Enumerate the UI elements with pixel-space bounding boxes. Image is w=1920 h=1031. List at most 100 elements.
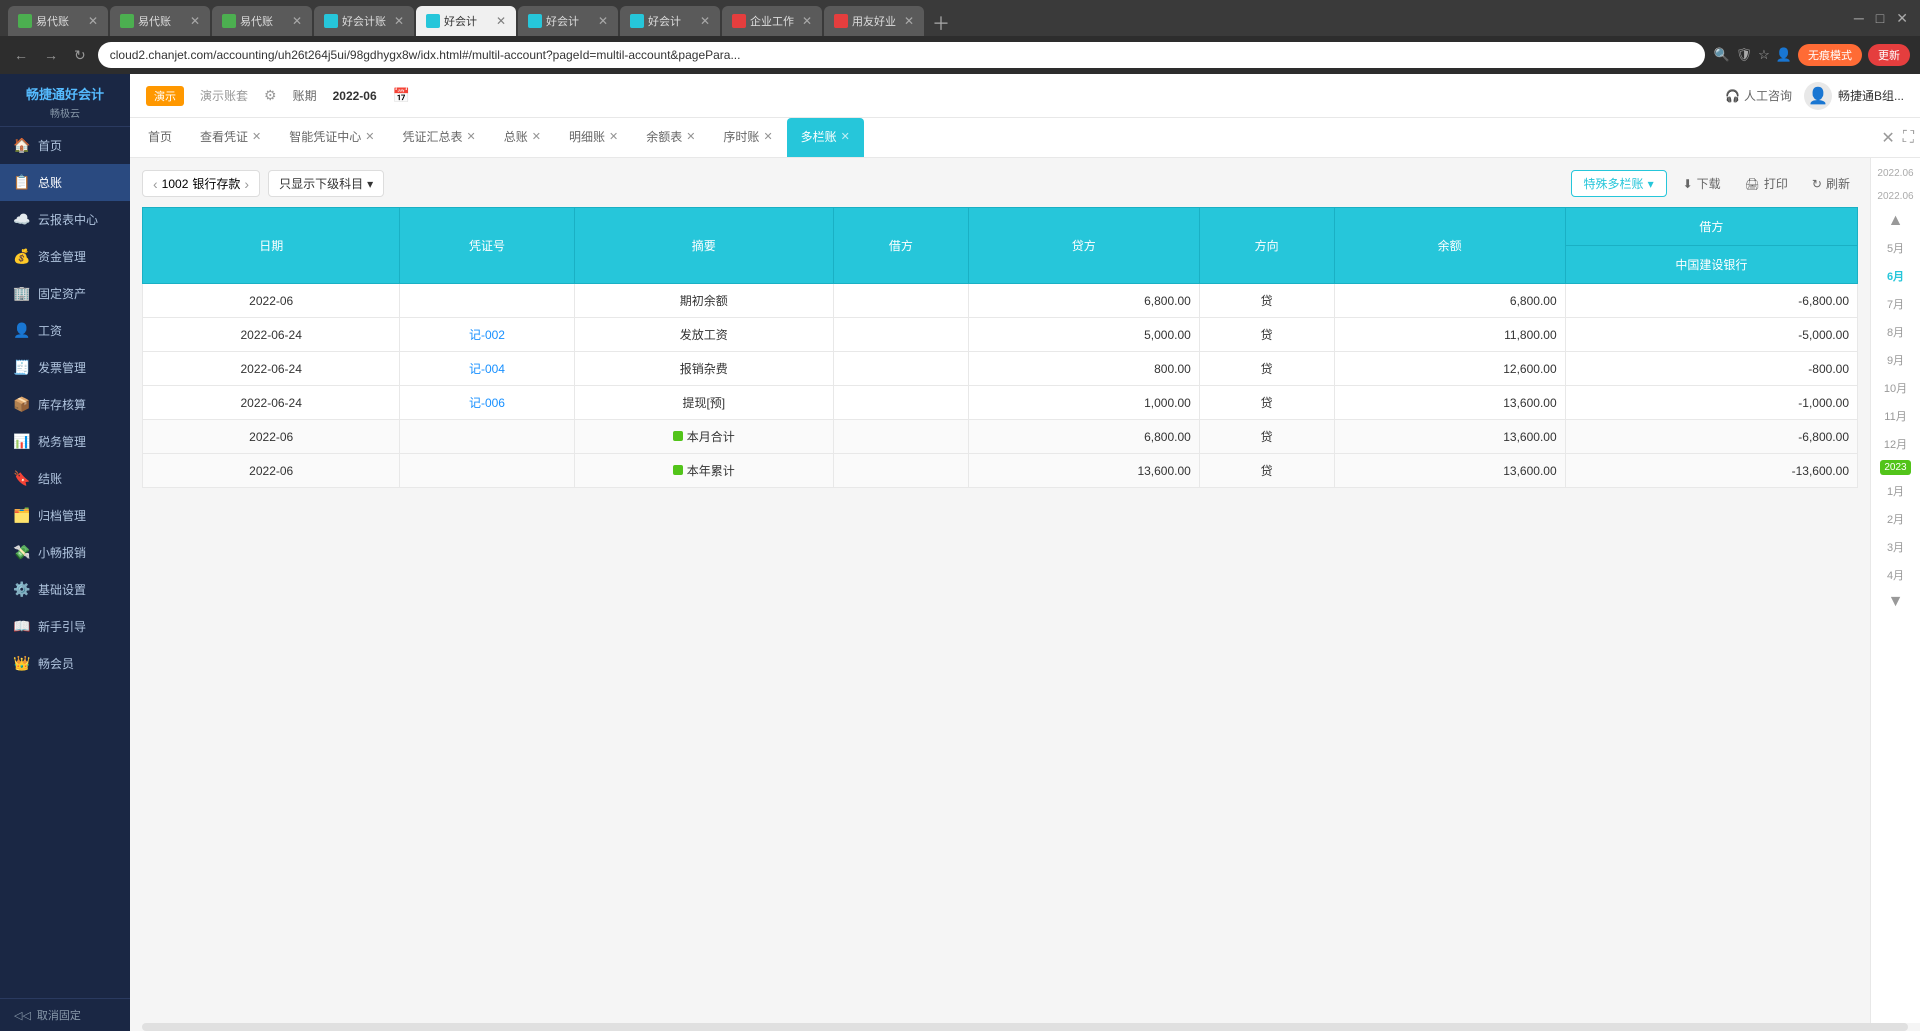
print-button[interactable]: 🖨 打印 [1737, 170, 1796, 197]
nav-tab-general[interactable]: 总账 ✕ [490, 118, 555, 157]
sidebar-item-assets[interactable]: 🏢 固定资产 [0, 275, 130, 312]
new-tab-button[interactable]: ＋ [926, 10, 956, 36]
tab-8[interactable]: 企业工作 ✕ [722, 6, 822, 36]
voucher-link[interactable]: 记-002 [469, 328, 505, 342]
nav-tab-multi[interactable]: 多栏账 ✕ [787, 118, 864, 157]
tab-7[interactable]: 好会计 ✕ [620, 6, 720, 36]
nav-tab-journal[interactable]: 序时账 ✕ [709, 118, 786, 157]
star-icon[interactable]: ☆ [1758, 47, 1770, 63]
tab-close-4[interactable]: ✕ [394, 14, 404, 28]
settings-gear-icon[interactable]: ⚙ [264, 87, 277, 104]
sidebar-item-ledger[interactable]: 📋 总账 [0, 164, 130, 201]
sidebar-item-invoice[interactable]: 🧾 发票管理 [0, 349, 130, 386]
sidebar-item-payroll[interactable]: 👤 工资 [0, 312, 130, 349]
next-account-button[interactable]: › [244, 176, 249, 192]
nav-tab-summary[interactable]: 凭证汇总表 ✕ [388, 118, 489, 157]
nav-tab-smart-close[interactable]: ✕ [365, 130, 374, 143]
sidebar-item-tax[interactable]: 📊 税务管理 [0, 423, 130, 460]
table-row: 2022-06-24 记-004 报销杂费 800.00 贷 12,600.00… [143, 352, 1858, 386]
sidebar-item-expense[interactable]: 💸 小畅报销 [0, 534, 130, 571]
timeline-month-5[interactable]: 5月 [1871, 234, 1920, 262]
tab-9[interactable]: 用友好业 ✕ [824, 6, 924, 36]
nav-tab-balance[interactable]: 余额表 ✕ [632, 118, 709, 157]
nav-tab-balance-close[interactable]: ✕ [686, 130, 695, 143]
timeline-month-12[interactable]: 12月 [1871, 430, 1920, 458]
nav-tab-detail[interactable]: 明细账 ✕ [555, 118, 632, 157]
tab-close-5[interactable]: ✕ [496, 14, 506, 28]
calendar-icon[interactable]: 📅 [393, 87, 410, 104]
maximize-button[interactable]: □ [1872, 10, 1888, 27]
sidebar-item-finance[interactable]: 💰 资金管理 [0, 238, 130, 275]
incognito-button[interactable]: 无痕模式 [1798, 44, 1862, 66]
close-button[interactable]: ✕ [1892, 10, 1912, 27]
url-bar[interactable]: cloud2.chanjet.com/accounting/uh26t264j5… [98, 42, 1706, 68]
timeline-month-8[interactable]: 8月 [1871, 318, 1920, 346]
tab-2[interactable]: 易代账 ✕ [110, 6, 210, 36]
sidebar-item-archive[interactable]: 🗂️ 归档管理 [0, 497, 130, 534]
reload-button[interactable]: ↻ [70, 45, 90, 66]
horizontal-scrollbar[interactable] [142, 1023, 1908, 1031]
consult-label: 人工咨询 [1744, 87, 1792, 104]
collapse-panel-button[interactable]: ✕ [1879, 126, 1896, 150]
nav-tab-voucher[interactable]: 查看凭证 ✕ [186, 118, 275, 157]
tab-close-2[interactable]: ✕ [190, 14, 200, 28]
timeline-month-1[interactable]: 1月 [1871, 477, 1920, 505]
minimize-button[interactable]: ─ [1850, 10, 1868, 27]
user-info[interactable]: 👤 畅捷通B组... [1804, 82, 1904, 110]
search-icon[interactable]: 🔍 [1713, 47, 1729, 63]
timeline-month-4[interactable]: 4月 [1871, 561, 1920, 589]
nav-tab-home[interactable]: 首页 [134, 118, 186, 157]
timeline-month-3[interactable]: 3月 [1871, 533, 1920, 561]
sidebar-item-cloud[interactable]: ☁️ 云报表中心 [0, 201, 130, 238]
tab-4[interactable]: 好会计账 ✕ [314, 6, 414, 36]
nav-tab-multi-close[interactable]: ✕ [841, 130, 850, 143]
nav-tab-summary-close[interactable]: ✕ [467, 130, 476, 143]
multi-col-button[interactable]: 特殊多栏账 ▾ [1571, 170, 1667, 197]
sidebar-item-inventory-label: 库存核算 [38, 396, 86, 413]
tab-close-1[interactable]: ✕ [88, 14, 98, 28]
back-button[interactable]: ← [10, 45, 32, 65]
expand-panel-button[interactable]: ⛶ [1901, 127, 1916, 149]
timeline-down-button[interactable]: ▼ [1884, 589, 1908, 615]
tab-close-8[interactable]: ✕ [802, 14, 812, 28]
tab-5[interactable]: 好会计 ✕ [416, 6, 516, 36]
voucher-link[interactable]: 记-006 [469, 396, 505, 410]
forward-button[interactable]: → [40, 45, 62, 65]
sidebar-item-home[interactable]: 🏠 首页 [0, 127, 130, 164]
consult-button[interactable]: 🎧 人工咨询 [1725, 87, 1792, 104]
download-button[interactable]: ⬇ 下载 [1675, 170, 1729, 197]
profile-icon[interactable]: 👤 [1776, 47, 1792, 63]
tab-3[interactable]: 易代账 ✕ [212, 6, 312, 36]
nav-tab-journal-close[interactable]: ✕ [763, 130, 772, 143]
tab-close-6[interactable]: ✕ [598, 14, 608, 28]
nav-tab-voucher-close[interactable]: ✕ [252, 130, 261, 143]
timeline-month-10[interactable]: 10月 [1871, 374, 1920, 402]
timeline-month-6[interactable]: 6月 [1871, 262, 1920, 290]
nav-tab-general-close[interactable]: ✕ [532, 130, 541, 143]
tab-6[interactable]: 好会计 ✕ [518, 6, 618, 36]
timeline-month-9[interactable]: 9月 [1871, 346, 1920, 374]
tab-1[interactable]: 易代账 ✕ [8, 6, 108, 36]
timeline-month-2[interactable]: 2月 [1871, 505, 1920, 533]
sidebar-item-guide[interactable]: 📖 新手引导 [0, 608, 130, 645]
sidebar-item-close[interactable]: 🔖 结账 [0, 460, 130, 497]
tab-close-7[interactable]: ✕ [700, 14, 710, 28]
col-sub-header: 借方 [1565, 208, 1857, 246]
nav-tab-smart[interactable]: 智能凭证中心 ✕ [275, 118, 388, 157]
sidebar-footer[interactable]: ◁◁ 取消固定 [0, 998, 130, 1031]
shield-icon[interactable]: 🛡 [1736, 47, 1753, 63]
filter-button[interactable]: 只显示下级科目 ▾ [268, 170, 384, 197]
tab-close-3[interactable]: ✕ [292, 14, 302, 28]
sidebar-item-settings[interactable]: ⚙️ 基础设置 [0, 571, 130, 608]
refresh-button[interactable]: ↻ 刷新 [1804, 170, 1858, 197]
timeline-month-7[interactable]: 7月 [1871, 290, 1920, 318]
timeline-month-11[interactable]: 11月 [1871, 402, 1920, 430]
prev-account-button[interactable]: ‹ [153, 176, 158, 192]
sidebar-item-inventory[interactable]: 📦 库存核算 [0, 386, 130, 423]
tab-close-9[interactable]: ✕ [904, 14, 914, 28]
nav-tab-detail-close[interactable]: ✕ [609, 130, 618, 143]
voucher-link[interactable]: 记-004 [469, 362, 505, 376]
update-button[interactable]: 更新 [1868, 44, 1910, 66]
timeline-up-button[interactable]: ▲ [1884, 208, 1908, 234]
sidebar-item-member[interactable]: 👑 畅会员 [0, 645, 130, 682]
